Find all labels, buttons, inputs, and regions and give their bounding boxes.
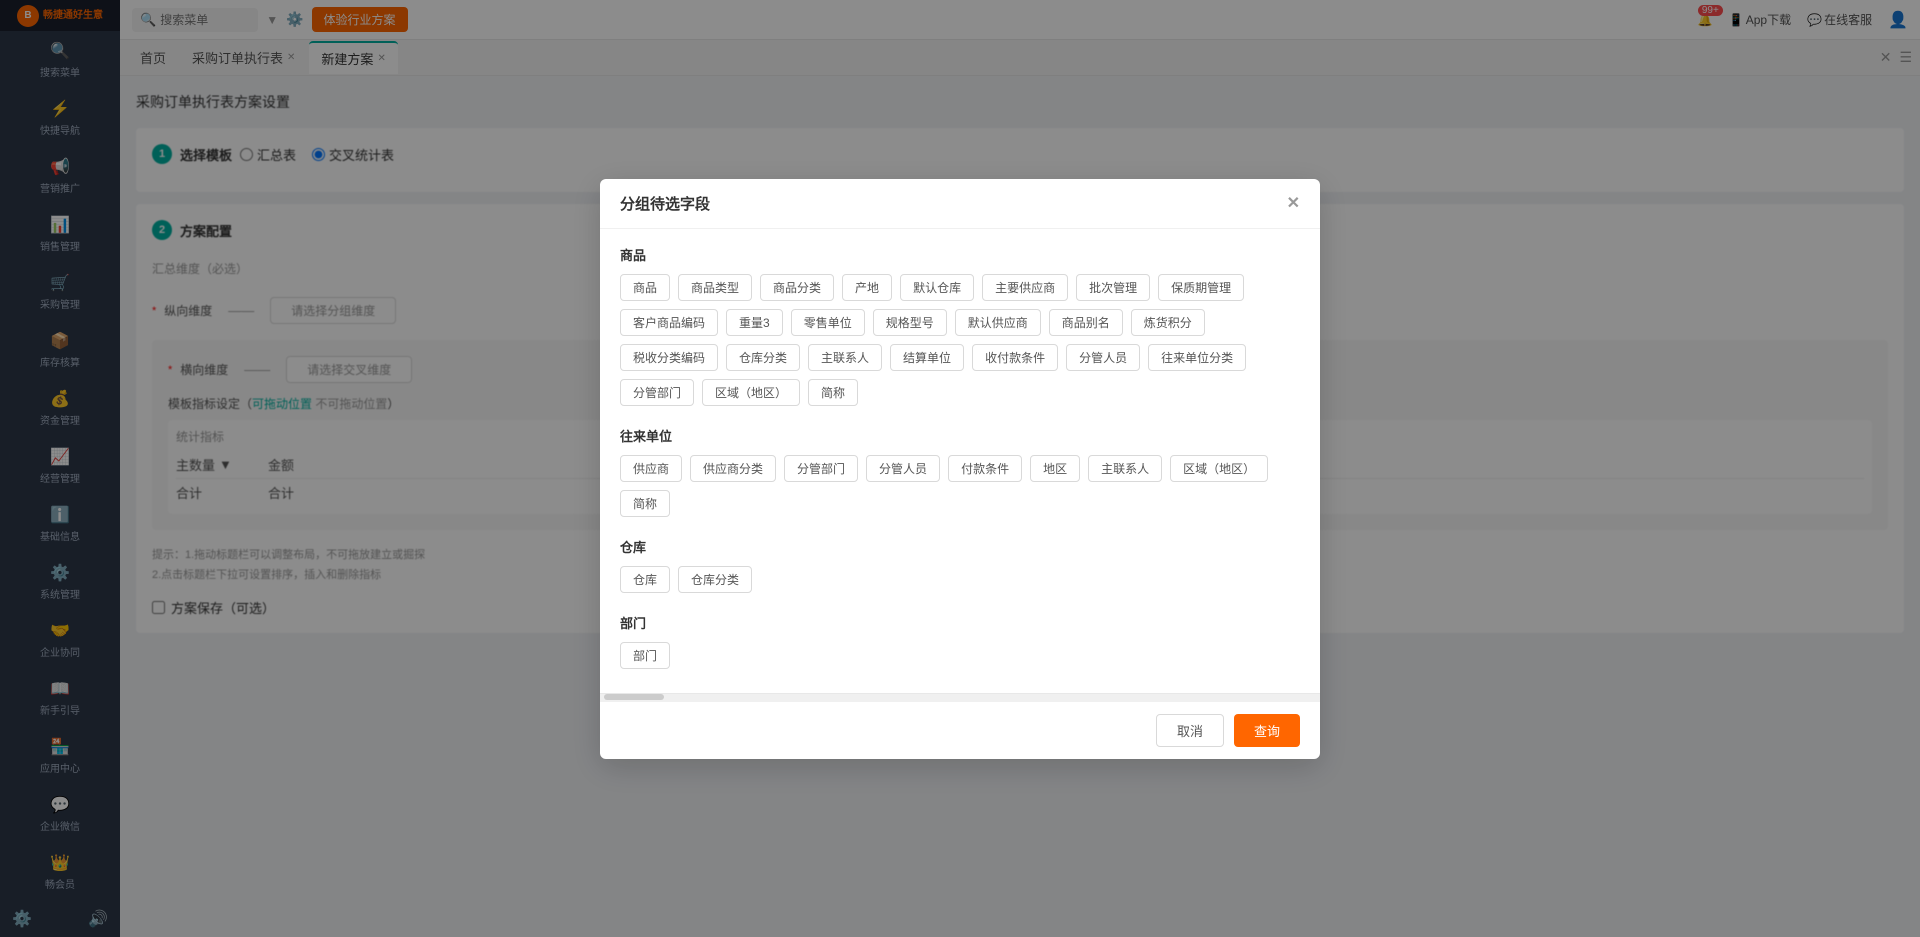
- field-tag-0-23[interactable]: 区域（地区）: [702, 379, 800, 406]
- field-tag-0-10[interactable]: 零售单位: [791, 309, 865, 336]
- field-tag-0-6[interactable]: 批次管理: [1076, 274, 1150, 301]
- modal-header: 分组待选字段 ✕: [600, 179, 1320, 229]
- modal-body[interactable]: 商品商品商品类型商品分类产地默认仓库主要供应商批次管理保质期管理客户商品编码重量…: [600, 229, 1320, 693]
- field-tag-0-5[interactable]: 主要供应商: [982, 274, 1068, 301]
- modal-footer: 取消 查询: [600, 701, 1320, 759]
- field-tag-1-4[interactable]: 付款条件: [948, 455, 1022, 482]
- field-tags-3: 部门: [620, 642, 1300, 669]
- field-tag-0-24[interactable]: 简称: [808, 379, 858, 406]
- modal-hscroll-thumb[interactable]: [604, 694, 664, 700]
- field-group-title-3: 部门: [620, 613, 1300, 632]
- field-tag-0-8[interactable]: 客户商品编码: [620, 309, 718, 336]
- field-tag-1-6[interactable]: 主联系人: [1088, 455, 1162, 482]
- field-tag-1-8[interactable]: 简称: [620, 490, 670, 517]
- field-tag-1-1[interactable]: 供应商分类: [690, 455, 776, 482]
- field-group-title-0: 商品: [620, 245, 1300, 264]
- modal-hscrollbar[interactable]: [600, 693, 1320, 701]
- field-tag-0-16[interactable]: 仓库分类: [726, 344, 800, 371]
- modal-close-btn[interactable]: ✕: [1287, 193, 1300, 213]
- field-tag-1-2[interactable]: 分管部门: [784, 455, 858, 482]
- field-tag-2-1[interactable]: 仓库分类: [678, 566, 752, 593]
- confirm-button[interactable]: 查询: [1234, 714, 1300, 747]
- field-tag-0-9[interactable]: 重量3: [726, 309, 783, 336]
- field-group-2: 仓库仓库仓库分类: [620, 537, 1300, 593]
- field-tags-2: 仓库仓库分类: [620, 566, 1300, 593]
- field-tag-0-1[interactable]: 商品类型: [678, 274, 752, 301]
- field-tag-0-7[interactable]: 保质期管理: [1158, 274, 1244, 301]
- field-tag-0-2[interactable]: 商品分类: [760, 274, 834, 301]
- modal-overlay: 分组待选字段 ✕ 商品商品商品类型商品分类产地默认仓库主要供应商批次管理保质期管…: [0, 0, 1920, 937]
- field-tags-0: 商品商品类型商品分类产地默认仓库主要供应商批次管理保质期管理客户商品编码重量3 零…: [620, 274, 1300, 406]
- field-tag-1-5[interactable]: 地区: [1030, 455, 1080, 482]
- field-tag-0-13[interactable]: 商品别名: [1049, 309, 1123, 336]
- field-tag-1-3[interactable]: 分管人员: [866, 455, 940, 482]
- field-group-title-2: 仓库: [620, 537, 1300, 556]
- field-tag-1-7[interactable]: 区域（地区）: [1170, 455, 1268, 482]
- field-tag-0-22[interactable]: 分管部门: [620, 379, 694, 406]
- field-group-title-1: 往来单位: [620, 426, 1300, 445]
- field-tag-0-12[interactable]: 默认供应商: [955, 309, 1041, 336]
- field-tag-0-3[interactable]: 产地: [842, 274, 892, 301]
- field-tag-0-4[interactable]: 默认仓库: [900, 274, 974, 301]
- field-group-0: 商品商品商品类型商品分类产地默认仓库主要供应商批次管理保质期管理客户商品编码重量…: [620, 245, 1300, 406]
- field-tag-0-19[interactable]: 收付款条件: [972, 344, 1058, 371]
- field-tag-0-15[interactable]: 税收分类编码: [620, 344, 718, 371]
- field-tag-0-14[interactable]: 炼货积分: [1131, 309, 1205, 336]
- field-tag-0-20[interactable]: 分管人员: [1066, 344, 1140, 371]
- cancel-button[interactable]: 取消: [1156, 714, 1224, 747]
- field-tag-3-0[interactable]: 部门: [620, 642, 670, 669]
- field-tag-1-0[interactable]: 供应商: [620, 455, 682, 482]
- modal-title: 分组待选字段: [620, 193, 710, 214]
- field-tag-0-17[interactable]: 主联系人: [808, 344, 882, 371]
- field-group-1: 往来单位供应商供应商分类分管部门分管人员付款条件地区主联系人区域（地区） 简称: [620, 426, 1300, 517]
- field-tag-2-0[interactable]: 仓库: [620, 566, 670, 593]
- field-tag-0-0[interactable]: 商品: [620, 274, 670, 301]
- field-tags-1: 供应商供应商分类分管部门分管人员付款条件地区主联系人区域（地区） 简称: [620, 455, 1300, 517]
- field-group-3: 部门部门: [620, 613, 1300, 669]
- field-tag-0-18[interactable]: 结算单位: [890, 344, 964, 371]
- field-select-modal: 分组待选字段 ✕ 商品商品商品类型商品分类产地默认仓库主要供应商批次管理保质期管…: [600, 179, 1320, 759]
- field-tag-0-11[interactable]: 规格型号: [873, 309, 947, 336]
- field-tag-0-21[interactable]: 往来单位分类: [1148, 344, 1246, 371]
